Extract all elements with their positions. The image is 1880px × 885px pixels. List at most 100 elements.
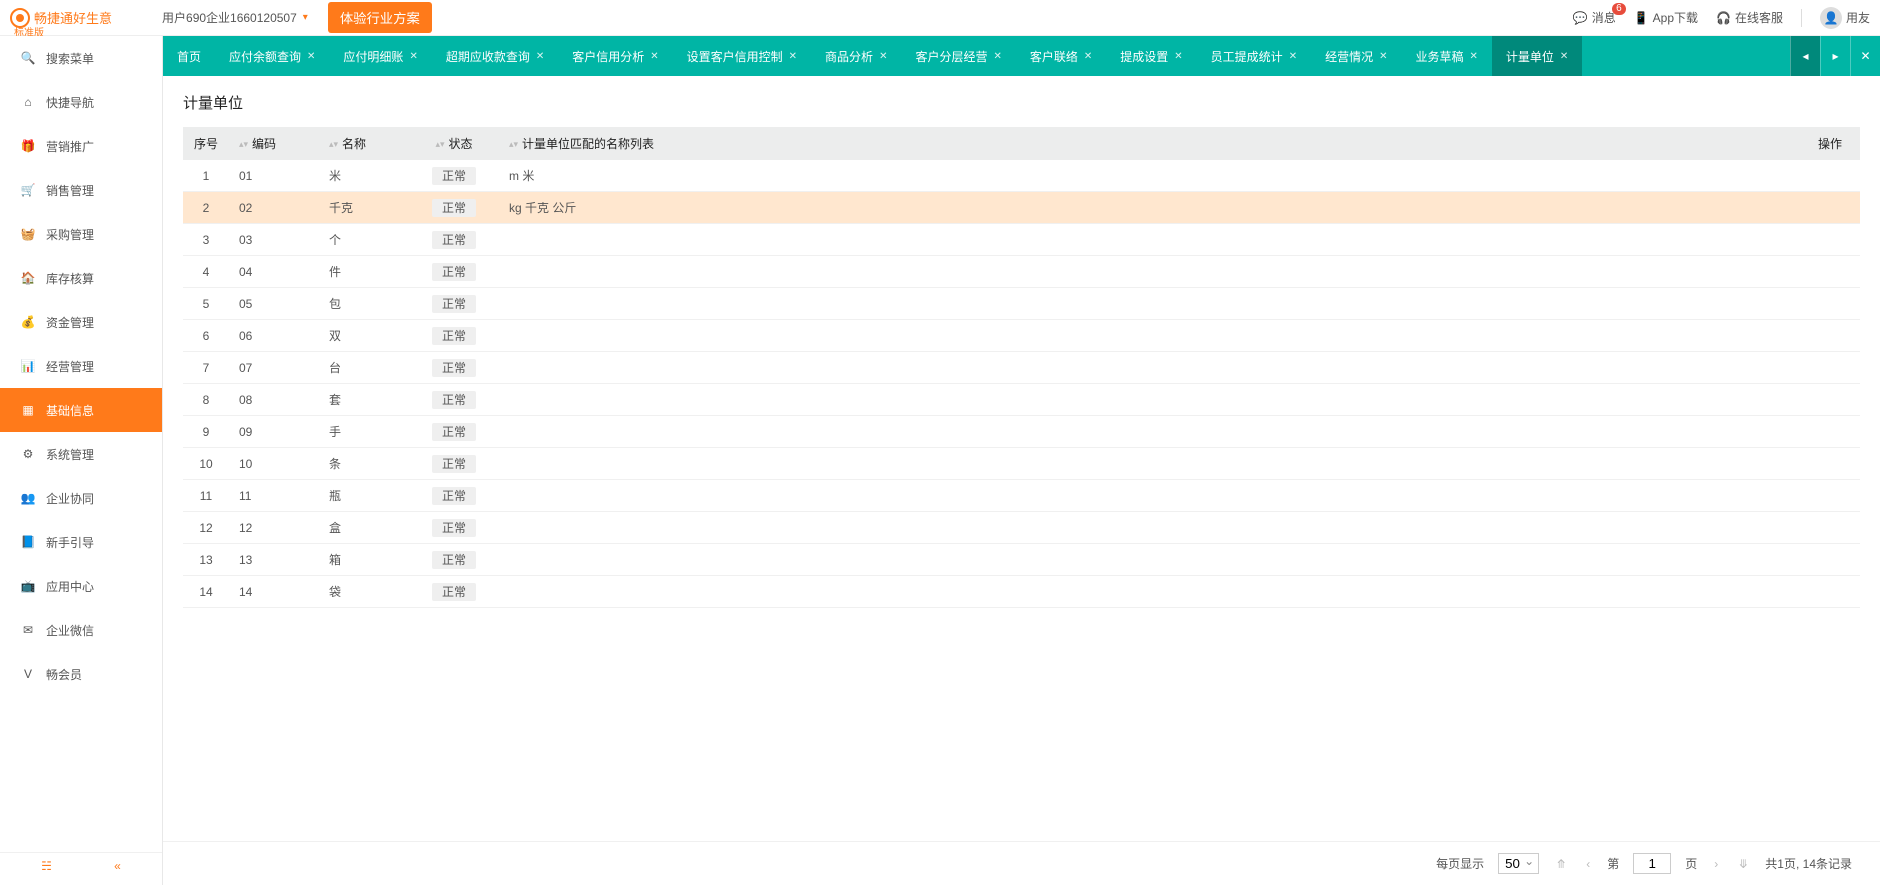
close-icon[interactable]: ✕: [1379, 51, 1387, 62]
tab-超期应收款查询[interactable]: 超期应收款查询✕: [432, 36, 558, 76]
tab-应付余额查询[interactable]: 应付余额查询✕: [215, 36, 329, 76]
tab-首页[interactable]: 首页: [163, 36, 215, 76]
sidebar-item-team[interactable]: 👥企业协同: [0, 476, 162, 520]
cell-status: 正常: [409, 416, 499, 448]
table-row[interactable]: 404件正常: [183, 256, 1860, 288]
sidebar-item-label: 库存核算: [46, 270, 94, 287]
tab-客户分层经营[interactable]: 客户分层经营✕: [901, 36, 1015, 76]
sidebar-item-search[interactable]: 🔍搜索菜单: [0, 36, 162, 80]
col-code[interactable]: ▴▾编码: [229, 127, 319, 160]
close-icon[interactable]: ✕: [650, 51, 658, 62]
close-icon[interactable]: ✕: [1289, 51, 1297, 62]
tab-经营情况[interactable]: 经营情况✕: [1311, 36, 1401, 76]
close-icon[interactable]: ✕: [1560, 51, 1568, 62]
close-icon[interactable]: ✕: [1174, 51, 1182, 62]
table-row[interactable]: 909手正常: [183, 416, 1860, 448]
col-status[interactable]: ▴▾状态: [409, 127, 499, 160]
close-icon[interactable]: ✕: [536, 51, 544, 62]
close-icon[interactable]: ✕: [1470, 51, 1478, 62]
col-match[interactable]: ▴▾计量单位匹配的名称列表: [499, 127, 1800, 160]
table-row[interactable]: 707台正常: [183, 352, 1860, 384]
app-download-button[interactable]: 📱 App下载: [1634, 9, 1698, 26]
sidebar-footer-icon[interactable]: ☵: [41, 859, 52, 873]
close-icon[interactable]: ✕: [307, 51, 315, 62]
per-page-select[interactable]: 50: [1498, 853, 1539, 874]
tab-scroll-left-button[interactable]: ◂: [1790, 36, 1820, 76]
user-menu[interactable]: 👤 用友: [1820, 7, 1870, 29]
table-row[interactable]: 1313箱正常: [183, 544, 1860, 576]
sidebar-item-wecom[interactable]: ✉企业微信: [0, 608, 162, 652]
tab-员工提成统计[interactable]: 员工提成统计✕: [1197, 36, 1311, 76]
sidebar-item-gift[interactable]: 🎁营销推广: [0, 124, 162, 168]
next-page-button[interactable]: ›: [1711, 857, 1721, 871]
table-row[interactable]: 1414袋正常: [183, 576, 1860, 608]
cell-status: 正常: [409, 352, 499, 384]
page-suffix: 页: [1685, 855, 1697, 872]
table-row[interactable]: 606双正常: [183, 320, 1860, 352]
sidebar-collapse-button[interactable]: «: [114, 859, 121, 873]
table-row[interactable]: 808套正常: [183, 384, 1860, 416]
status-badge: 正常: [432, 327, 476, 345]
sidebar-item-gear[interactable]: ⚙系统管理: [0, 432, 162, 476]
sidebar-item-info[interactable]: ▦基础信息: [0, 388, 162, 432]
sidebar-item-bag[interactable]: 🧺采购管理: [0, 212, 162, 256]
sidebar-item-apps[interactable]: 📺应用中心: [0, 564, 162, 608]
tab-客户联络[interactable]: 客户联络✕: [1016, 36, 1106, 76]
tab-业务草稿[interactable]: 业务草稿 ✕: [1401, 36, 1491, 76]
table-row[interactable]: 505包正常: [183, 288, 1860, 320]
close-icon[interactable]: ✕: [1084, 51, 1092, 62]
logo[interactable]: 畅捷通好生意 标准版: [10, 8, 112, 28]
close-icon[interactable]: ✕: [993, 51, 1001, 62]
cell-match: [499, 384, 1800, 416]
table-row[interactable]: 101米正常m 米: [183, 160, 1860, 192]
tab-close-all-button[interactable]: ✕: [1850, 36, 1880, 76]
sidebar-item-home[interactable]: ⌂快捷导航: [0, 80, 162, 124]
cell-match: [499, 448, 1800, 480]
table-row[interactable]: 1212盒正常: [183, 512, 1860, 544]
cell-name: 箱: [319, 544, 409, 576]
tab-label: 首页: [177, 48, 201, 65]
tab-商品分析[interactable]: 商品分析✕: [811, 36, 901, 76]
tab-应付明细账[interactable]: 应付明细账✕: [329, 36, 431, 76]
sidebar-item-wallet[interactable]: 💰资金管理: [0, 300, 162, 344]
col-name[interactable]: ▴▾名称: [319, 127, 409, 160]
tab-scroll-right-button[interactable]: ▸: [1820, 36, 1850, 76]
status-badge: 正常: [432, 583, 476, 601]
table-row[interactable]: 303个正常: [183, 224, 1860, 256]
sidebar-item-book[interactable]: 📘新手引导: [0, 520, 162, 564]
tab-label: 业务草稿: [1415, 48, 1463, 65]
trial-plan-button[interactable]: 体验行业方案: [328, 2, 432, 33]
tab-设置客户信用控制[interactable]: 设置客户信用控制✕: [673, 36, 811, 76]
tab-客户信用分析[interactable]: 客户信用分析✕: [558, 36, 672, 76]
company-selector[interactable]: 用户690企业1660120507 ▾: [162, 9, 308, 26]
online-service-button[interactable]: 🎧 在线客服: [1716, 9, 1783, 26]
table-row[interactable]: 1111瓶正常: [183, 480, 1860, 512]
first-page-button[interactable]: ⤊: [1553, 857, 1569, 871]
table-row[interactable]: 1010条正常: [183, 448, 1860, 480]
cell-status: 正常: [409, 576, 499, 608]
sidebar-item-vip[interactable]: V畅会员: [0, 652, 162, 696]
page-input[interactable]: [1633, 853, 1671, 874]
table-row[interactable]: 202千克正常kg 千克 公斤: [183, 192, 1860, 224]
top-header: 畅捷通好生意 标准版 用户690企业1660120507 ▾ 体验行业方案 💬 …: [0, 0, 1880, 36]
close-icon[interactable]: ✕: [789, 51, 797, 62]
last-page-button[interactable]: ⤋: [1735, 857, 1751, 871]
col-op[interactable]: 操作: [1800, 127, 1860, 160]
cell-seq: 1: [183, 160, 229, 192]
messages-button[interactable]: 💬 消息 6: [1573, 9, 1616, 26]
prev-page-button[interactable]: ‹: [1583, 857, 1593, 871]
cell-code: 04: [229, 256, 319, 288]
sidebar-item-warehouse[interactable]: 🏠库存核算: [0, 256, 162, 300]
sidebar-item-label: 新手引导: [46, 534, 94, 551]
gear-icon: ⚙: [20, 446, 36, 462]
cell-code: 06: [229, 320, 319, 352]
close-icon[interactable]: ✕: [879, 51, 887, 62]
sidebar-item-cart[interactable]: 🛒销售管理: [0, 168, 162, 212]
cell-seq: 4: [183, 256, 229, 288]
sidebar-item-label: 应用中心: [46, 578, 94, 595]
col-seq[interactable]: 序号: [183, 127, 229, 160]
sidebar-item-chart[interactable]: 📊经营管理: [0, 344, 162, 388]
close-icon[interactable]: ✕: [409, 51, 417, 62]
tab-提成设置[interactable]: 提成设置✕: [1106, 36, 1196, 76]
tab-计量单位[interactable]: 计量单位✕: [1492, 36, 1582, 76]
